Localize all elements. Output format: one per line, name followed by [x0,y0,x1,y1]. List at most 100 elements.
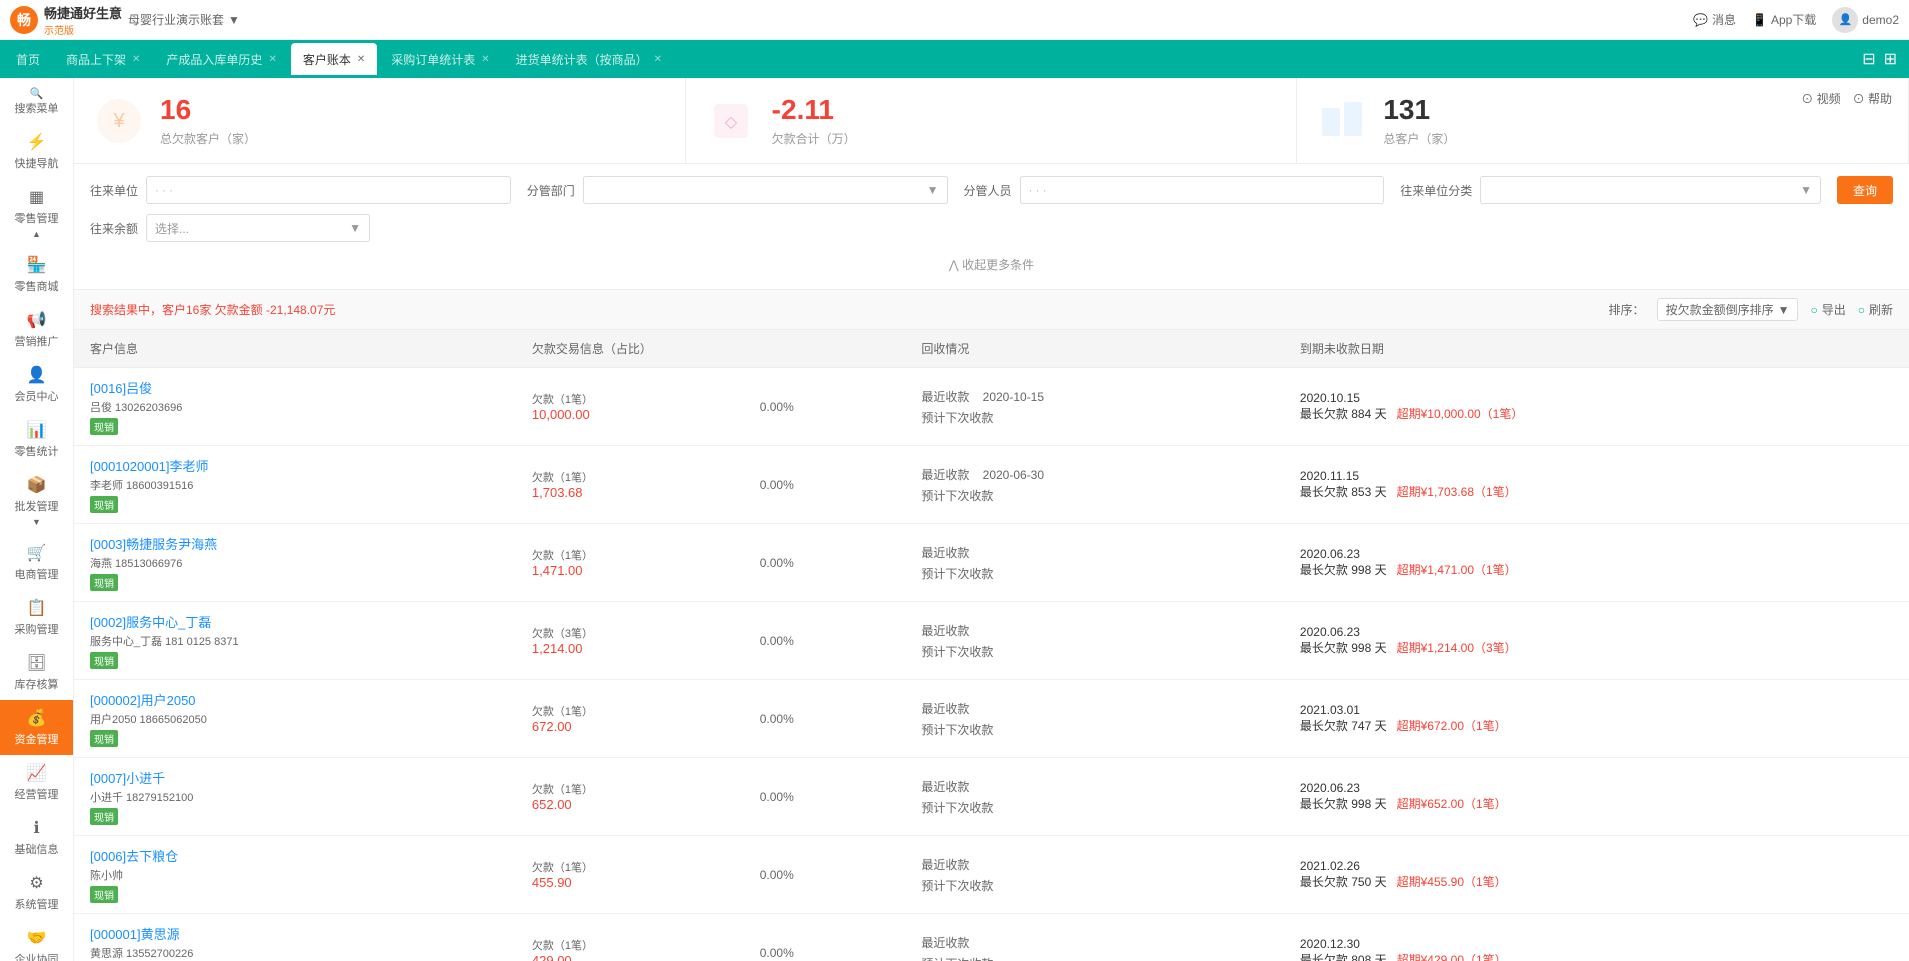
stat-card-total-customers: 131 总客户（家） ⊙ 视频 ⊙ 帮助 [1297,78,1909,163]
logo-area: 畅 畅捷通好生意 示范版 母婴行业演示账套 ▼ [10,3,240,37]
overdue-link-4[interactable]: 超期¥672.00（1笔） [1397,719,1507,733]
sidebar-item-purchase[interactable]: 📋 采购管理 [0,590,73,645]
sidebar-item-retail-mgmt[interactable]: ▦ 零售管理 ▲ [0,179,73,247]
filter-person: 分管人员 ··· [964,176,1385,204]
collapse-icon: ⋀ [949,258,959,272]
debt-amount-2: 1,471.00 [532,563,728,578]
debt-amount-0: 10,000.00 [532,407,728,422]
stat-value-debt-total: -2.11 [772,94,856,126]
marketing-icon: 📢 [27,310,47,330]
basic-info-icon: ℹ [33,818,39,838]
sidebar-item-operation[interactable]: 📈 经营管理 [0,755,73,810]
sidebar-item-member[interactable]: 👤 会员中心 [0,357,73,412]
debt-amount-5: 652.00 [532,797,728,812]
app-download-btn[interactable]: 📱 App下载 [1752,11,1816,28]
overdue-link-5[interactable]: 超期¥652.00（1笔） [1397,797,1507,811]
sidebar-item-ecommerce[interactable]: 🛒 电商管理 [0,535,73,590]
customer-name-6[interactable]: [0006]去下粮仓 [90,846,500,865]
sidebar-item-finance[interactable]: 💰 资金管理 [0,700,73,755]
video-btn[interactable]: ⊙ 视频 [1801,90,1840,107]
refresh-btn[interactable]: ○ 刷新 [1858,301,1893,318]
sidebar-item-quick-nav[interactable]: ⚡ 快捷导航 [0,124,73,179]
person-input[interactable]: ··· [1020,176,1385,204]
close-tab-customer-account[interactable]: ✕ [357,54,365,65]
cell-recovery-6: 最近收款 预计下次收款 [905,836,1284,914]
debt-label-4: 欠款（1笔） [532,703,728,719]
sidebar-item-basic-info[interactable]: ℹ 基础信息 [0,810,73,865]
cell-customer-info-6: [0006]去下粮仓 陈小帅 现销 [74,836,516,914]
overdue-link-1[interactable]: 超期¥1,703.68（1笔） [1397,485,1517,499]
cell-debt-info-0: 欠款（1笔） 10,000.00 [516,368,744,446]
customer-name-5[interactable]: [0007]小进千 [90,768,500,787]
dept-select[interactable]: ▼ [583,176,948,204]
cell-debt-pct-1: 0.00% [744,446,906,524]
close-tab-purchase-stats[interactable]: ✕ [654,54,662,65]
cell-debt-pct-5: 0.00% [744,758,906,836]
overdue-days-5: 最长欠款 998 天 超期¥652.00（1笔） [1300,795,1893,812]
debt-amount-7: 429.00 [532,953,728,961]
collapse-filters-btn[interactable]: ⋀ 收起更多条件 [90,252,1893,277]
tab-purchase-order[interactable]: 采购订单统计表 ✕ [379,43,501,75]
customer-name-3[interactable]: [0002]服务中心_丁磊 [90,612,500,631]
overdue-link-0[interactable]: 超期¥10,000.00（1笔） [1397,407,1524,421]
close-tab-purchase-order[interactable]: ✕ [481,54,489,65]
retail-stats-icon: 📊 [27,420,47,440]
search-btn[interactable]: 查询 [1837,176,1893,204]
tab-produce-history[interactable]: 产成品入库单历史 ✕ [154,43,288,75]
overdue-link-3[interactable]: 超期¥1,214.00（3笔） [1397,641,1517,655]
tab-product-status[interactable]: 商品上下架 ✕ [54,43,152,75]
overdue-link-7[interactable]: 超期¥429.00（1笔） [1397,953,1507,961]
table-container: 客户信息 欠款交易信息（占比） 回收情况 到期未收款日期 [0016]吕俊 吕俊… [74,330,1909,961]
from-unit-input[interactable]: ··· [146,176,511,204]
enterprise-icon: 🤝 [27,928,47,948]
tab-home[interactable]: 首页 [4,43,52,75]
export-icon: ○ [1810,303,1817,317]
debt-amount-4: 672.00 [532,719,728,734]
close-tab-produce-history[interactable]: ✕ [268,54,276,65]
sidebar-item-batch-mgmt[interactable]: 📦 批发管理 ▼ [0,467,73,535]
quick-nav-icon: ⚡ [27,132,47,152]
message-icon: 💬 [1693,13,1708,27]
filter-balance: 往来余额 选择... ▼ [90,214,370,242]
customer-name-4[interactable]: [000002]用户2050 [90,690,500,709]
sort-select[interactable]: 按欠款金额倒序排序 ▼ [1657,298,1799,321]
tab-customer-account[interactable]: 客户账本 ✕ [291,43,377,75]
sidebar-item-retail-stats[interactable]: 📊 零售统计 [0,412,73,467]
close-tab-product-status[interactable]: ✕ [132,54,140,65]
cell-customer-info-5: [0007]小进千 小进千 18279152100 现销 [74,758,516,836]
sidebar-item-marketing[interactable]: 📢 营销推广 [0,302,73,357]
cell-due-date-1: 2020.11.15 最长欠款 853 天 超期¥1,703.68（1笔） [1284,446,1909,524]
overdue-link-2[interactable]: 超期¥1,471.00（1笔） [1397,563,1517,577]
tab-actions: ⊟ ⊞ [1862,49,1905,69]
customer-phone-0: 吕俊 13026203696 [90,399,500,415]
customer-name-0[interactable]: [0016]吕俊 [90,378,500,397]
tab-purchase-stats[interactable]: 进货单统计表（按商品） ✕ [504,43,674,75]
customer-name-1[interactable]: [0001020001]李老师 [90,456,500,475]
stats-row: ¥ 16 总欠款客户（家） ◇ -2.11 欠款合计（万） [74,78,1909,164]
th-debt-info: 欠款交易信息（占比） [516,330,905,368]
cell-recovery-2: 最近收款 预计下次收款 [905,524,1284,602]
message-btn[interactable]: 💬 消息 [1693,11,1736,28]
search-menu-btn[interactable]: 🔍 搜索菜单 [0,78,73,124]
user-menu[interactable]: 👤 demo2 [1832,7,1899,33]
company-select[interactable]: 母婴行业演示账套 ▼ [128,11,240,28]
result-bar: 搜索结果中，客户16家 欠款金额 -21,148.07元 排序： 按欠款金额倒序… [74,290,1909,330]
cell-recovery-5: 最近收款 预计下次收款 [905,758,1284,836]
sidebar-item-system[interactable]: ⚙ 系统管理 [0,865,73,920]
maximize-icon[interactable]: ⊞ [1884,49,1897,69]
tag-xianjin-6: 现销 [90,886,118,903]
export-btn[interactable]: ○ 导出 [1810,301,1845,318]
top-header: 畅 畅捷通好生意 示范版 母婴行业演示账套 ▼ 💬 消息 📱 App下载 👤 d… [0,0,1909,40]
help-btn[interactable]: ⊙ 帮助 [1853,90,1892,107]
unit-category-select[interactable]: ▼ [1480,176,1821,204]
due-date-6: 2021.02.26 [1300,859,1893,873]
customer-name-2[interactable]: [0003]畅捷服务尹海燕 [90,534,500,553]
minimize-icon[interactable]: ⊟ [1862,49,1875,69]
sidebar-item-enterprise[interactable]: 🤝 企业协同 [0,920,73,961]
sort-label: 排序： [1609,301,1645,318]
customer-name-7[interactable]: [000001]黄思源 [90,924,500,943]
sidebar-item-inventory[interactable]: 🗄 库存核算 [0,645,73,700]
overdue-link-6[interactable]: 超期¥455.90（1笔） [1397,875,1507,889]
sidebar-item-retail-store[interactable]: 🏪 零售商城 [0,247,73,302]
balance-select[interactable]: 选择... ▼ [146,214,370,242]
